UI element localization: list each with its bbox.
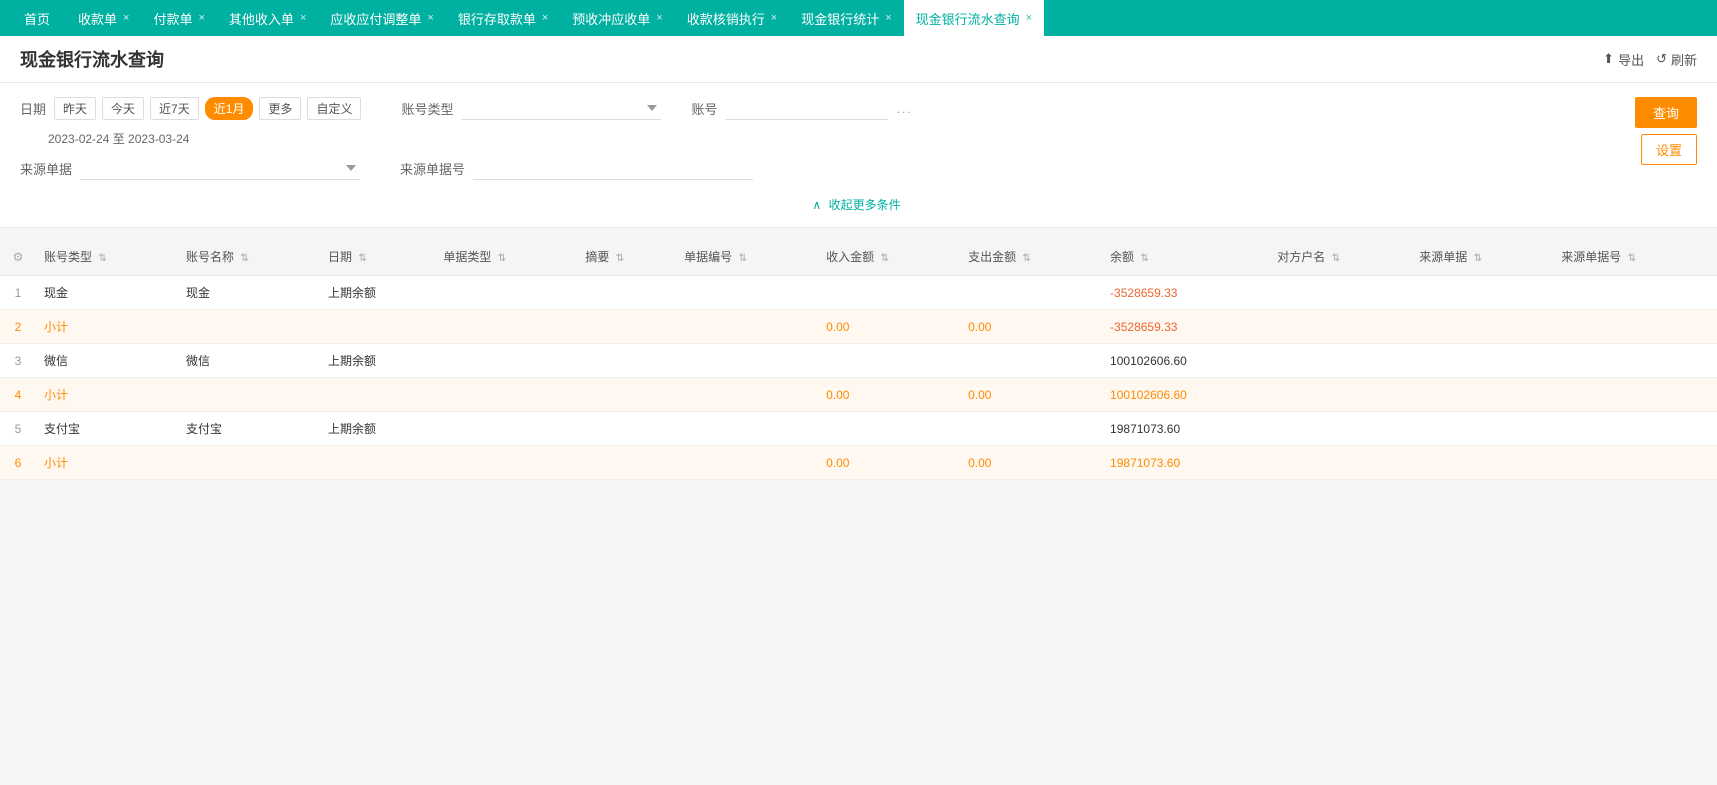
date-filter-group: 日期 昨天 今天 近7天 近1月 更多 自定义 <box>20 97 361 120</box>
col-source-no: 来源单据号 ⇅ <box>1553 238 1717 276</box>
gear-column[interactable]: ⚙ <box>0 238 36 276</box>
date-btn-7days[interactable]: 近7天 <box>150 97 199 120</box>
sort-icon[interactable]: ⇅ <box>1022 253 1030 264</box>
sort-icon[interactable]: ⇅ <box>1332 253 1340 264</box>
top-nav: 首页 收款单 × 付款单 × 其他收入单 × 应收应付调整单 × 银行存取款单 … <box>0 0 1717 36</box>
sort-icon[interactable]: ⇅ <box>498 253 506 264</box>
date-btn-custom[interactable]: 自定义 <box>307 97 361 120</box>
refresh-button[interactable]: ↺ 刷新 <box>1656 50 1697 69</box>
sort-icon[interactable]: ⇅ <box>240 253 248 264</box>
nav-tab-yushou[interactable]: 预收冲应收单 × <box>560 0 674 36</box>
col-voucher-type: 单据类型 ⇅ <box>435 238 577 276</box>
source-filter-group: 来源单据 <box>20 157 360 180</box>
nav-tab-qita[interactable]: 其他收入单 × <box>217 0 318 36</box>
col-summary: 摘要 ⇅ <box>577 238 676 276</box>
table-row[interactable]: 1现金现金上期余额-3528659.33 <box>0 276 1717 310</box>
close-icon[interactable]: × <box>1026 12 1032 24</box>
date-options: 昨天 今天 近7天 近1月 更多 自定义 <box>54 97 361 120</box>
col-source-doc: 来源单据 ⇅ <box>1411 238 1553 276</box>
table-row[interactable]: 4小计0.000.00100102606.60 <box>0 378 1717 412</box>
nav-tab-yingshou[interactable]: 应收应付调整单 × <box>318 0 445 36</box>
nav-tab-liushui[interactable]: 现金银行流水查询 × <box>904 0 1044 36</box>
source-number-filter-group: 来源单据号 <box>400 157 753 180</box>
export-button[interactable]: ⬆ 导出 <box>1603 50 1644 69</box>
more-dots[interactable]: ... <box>896 102 912 116</box>
col-account-type: 账号类型 ⇅ <box>36 238 178 276</box>
nav-tab-yinhang[interactable]: 银行存取款单 × <box>446 0 560 36</box>
filter-row-date: 日期 昨天 今天 近7天 近1月 更多 自定义 账号类型 <box>20 97 1635 120</box>
nav-tab-fukuan[interactable]: 付款单 × <box>141 0 216 36</box>
date-label: 日期 <box>20 99 46 118</box>
date-range: 2023-02-24 至 2023-03-24 <box>48 130 1635 147</box>
col-counterpart: 对方户名 ⇅ <box>1269 238 1411 276</box>
sort-icon[interactable]: ⇅ <box>1474 253 1482 264</box>
source-number-input[interactable] <box>473 157 753 180</box>
collapse-icon: ∧ <box>812 198 821 212</box>
account-type-filter-group: 账号类型 <box>401 97 661 120</box>
table-header-row: ⚙ 账号类型 ⇅ 账号名称 ⇅ 日期 ⇅ 单据类型 ⇅ 摘 <box>0 238 1717 276</box>
sort-icon[interactable]: ⇅ <box>1628 253 1636 264</box>
table-container: ⚙ 账号类型 ⇅ 账号名称 ⇅ 日期 ⇅ 单据类型 ⇅ 摘 <box>0 238 1717 480</box>
refresh-icon: ↺ <box>1656 51 1667 67</box>
header-actions: ⬆ 导出 ↺ 刷新 <box>1603 50 1697 69</box>
nav-home[interactable]: 首页 <box>8 0 66 36</box>
sort-icon[interactable]: ⇅ <box>358 253 366 264</box>
export-icon: ⬆ <box>1603 51 1614 67</box>
collapse-bar[interactable]: ∧ 收起更多条件 <box>20 190 1697 213</box>
account-input[interactable] <box>725 97 888 120</box>
col-voucher-no: 单据编号 ⇅ <box>676 238 818 276</box>
account-label: 账号 <box>691 99 717 118</box>
account-filter-group: 账号 ... <box>691 97 912 120</box>
page-title: 现金银行流水查询 <box>20 46 164 72</box>
page-header: 现金银行流水查询 ⬆ 导出 ↺ 刷新 <box>0 36 1717 83</box>
settings-button[interactable]: 设置 <box>1641 134 1697 165</box>
sort-icon[interactable]: ⇅ <box>1140 253 1148 264</box>
nav-tab-shoukuan-hexiao[interactable]: 收款核销执行 × <box>675 0 789 36</box>
sort-icon[interactable]: ⇅ <box>738 253 746 264</box>
close-icon[interactable]: × <box>123 12 129 24</box>
table-row[interactable]: 5支付宝支付宝上期余额19871073.60 <box>0 412 1717 446</box>
close-icon[interactable]: × <box>198 12 204 24</box>
close-icon[interactable]: × <box>300 12 306 24</box>
sort-icon[interactable]: ⇅ <box>98 253 106 264</box>
col-expense: 支出金额 ⇅ <box>960 238 1102 276</box>
close-icon[interactable]: × <box>885 12 891 24</box>
close-icon[interactable]: × <box>771 12 777 24</box>
sort-icon[interactable]: ⇅ <box>880 253 888 264</box>
filter-right-actions: 查询 设置 <box>1635 97 1697 165</box>
date-btn-yesterday[interactable]: 昨天 <box>54 97 96 120</box>
source-number-label: 来源单据号 <box>400 159 465 178</box>
table-row[interactable]: 2小计0.000.00-3528659.33 <box>0 310 1717 344</box>
sort-icon[interactable]: ⇅ <box>616 253 624 264</box>
date-btn-more[interactable]: 更多 <box>259 97 301 120</box>
account-type-label: 账号类型 <box>401 99 453 118</box>
filter-area: 日期 昨天 今天 近7天 近1月 更多 自定义 账号类型 <box>0 83 1717 228</box>
source-label: 来源单据 <box>20 159 72 178</box>
col-account-name: 账号名称 ⇅ <box>178 238 320 276</box>
source-select[interactable] <box>80 157 360 180</box>
close-icon[interactable]: × <box>427 12 433 24</box>
close-icon[interactable]: × <box>542 12 548 24</box>
data-table: ⚙ 账号类型 ⇅ 账号名称 ⇅ 日期 ⇅ 单据类型 ⇅ 摘 <box>0 238 1717 480</box>
col-income: 收入金额 ⇅ <box>818 238 960 276</box>
account-type-select[interactable] <box>461 97 661 120</box>
table-row[interactable]: 6小计0.000.0019871073.60 <box>0 446 1717 480</box>
table-row[interactable]: 3微信微信上期余额100102606.60 <box>0 344 1717 378</box>
nav-tab-tongji[interactable]: 现金银行统计 × <box>789 0 903 36</box>
date-btn-1month[interactable]: 近1月 <box>205 97 254 120</box>
date-btn-today[interactable]: 今天 <box>102 97 144 120</box>
col-date: 日期 ⇅ <box>320 238 435 276</box>
search-button[interactable]: 查询 <box>1635 97 1697 128</box>
close-icon[interactable]: × <box>656 12 662 24</box>
filter-row-source: 来源单据 来源单据号 <box>20 157 1635 180</box>
nav-tab-shoukuan[interactable]: 收款单 × <box>66 0 141 36</box>
col-balance: 余额 ⇅ <box>1102 238 1269 276</box>
